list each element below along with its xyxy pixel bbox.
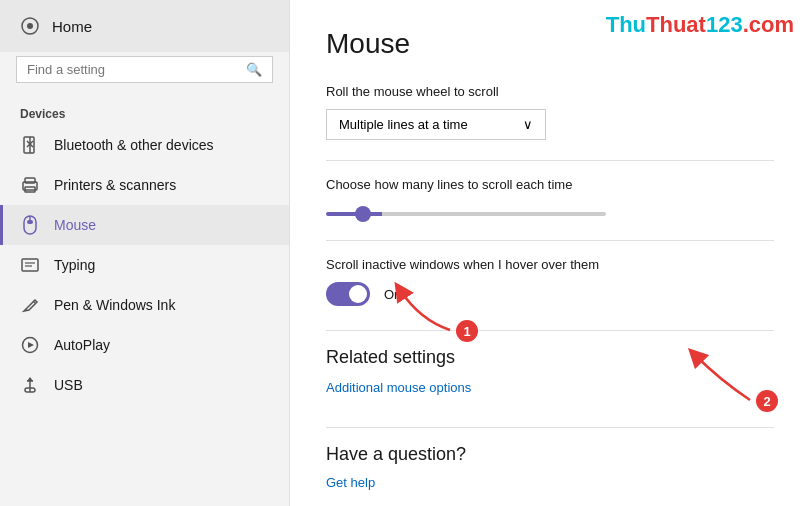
sidebar-item-label: Bluetooth & other devices <box>54 137 214 153</box>
inactive-windows-toggle[interactable] <box>326 282 370 306</box>
watermark-thuat: Thuat <box>646 12 706 37</box>
divider2 <box>326 240 774 241</box>
dropdown-value: Multiple lines at a time <box>339 117 468 132</box>
scroll-dropdown[interactable]: Multiple lines at a time ∨ <box>326 109 546 140</box>
sidebar-item-label: Mouse <box>54 217 96 233</box>
search-input[interactable] <box>27 62 238 77</box>
devices-section-label: Devices <box>0 99 289 125</box>
watermark-com: com <box>749 12 794 37</box>
autoplay-icon <box>20 335 40 355</box>
svg-rect-11 <box>27 220 33 224</box>
badge-1: 1 <box>456 320 478 342</box>
chevron-down-icon: ∨ <box>523 117 533 132</box>
pen-icon <box>20 295 40 315</box>
inactive-windows-label: Scroll inactive windows when I hover ove… <box>326 257 774 272</box>
home-icon <box>20 16 40 36</box>
badge-circle-2: 2 <box>756 390 778 412</box>
additional-mouse-options-link[interactable]: Additional mouse options <box>326 380 471 395</box>
sidebar-item-mouse[interactable]: Mouse <box>0 205 289 245</box>
lines-slider[interactable] <box>326 212 606 216</box>
sidebar-item-label: Printers & scanners <box>54 177 176 193</box>
toggle-state-label: On <box>384 287 401 302</box>
divider <box>326 160 774 161</box>
sidebar-item-typing[interactable]: Typing <box>0 245 289 285</box>
toggle-row: On <box>326 282 774 306</box>
bluetooth-icon <box>20 135 40 155</box>
printer-icon <box>20 175 40 195</box>
typing-icon <box>20 255 40 275</box>
search-icon: 🔍 <box>246 62 262 77</box>
sidebar-item-label: AutoPlay <box>54 337 110 353</box>
sidebar-item-label: Typing <box>54 257 95 273</box>
svg-marker-21 <box>27 377 33 381</box>
svg-rect-7 <box>25 178 35 183</box>
sidebar-item-label: USB <box>54 377 83 393</box>
svg-point-1 <box>27 23 33 29</box>
watermark: ThuThuat123.com <box>606 14 794 36</box>
svg-rect-12 <box>22 259 38 271</box>
sidebar-item-label: Pen & Windows Ink <box>54 297 175 313</box>
usb-icon <box>20 375 40 395</box>
watermark-thu: Thu <box>606 12 646 37</box>
sidebar-item-pen[interactable]: Pen & Windows Ink <box>0 285 289 325</box>
sidebar: Home 🔍 Devices Bluetooth & other devices <box>0 0 290 506</box>
badge-circle-1: 1 <box>456 320 478 342</box>
divider3 <box>326 330 774 331</box>
sidebar-item-autoplay[interactable]: AutoPlay <box>0 325 289 365</box>
related-settings-title: Related settings <box>326 347 774 368</box>
svg-marker-17 <box>28 342 34 348</box>
sidebar-item-printers[interactable]: Printers & scanners <box>0 165 289 205</box>
divider4 <box>326 427 774 428</box>
sidebar-item-bluetooth[interactable]: Bluetooth & other devices <box>0 125 289 165</box>
lines-slider-container <box>326 202 774 220</box>
sidebar-item-usb[interactable]: USB <box>0 365 289 405</box>
main-content: ThuThuat123.com Mouse Roll the mouse whe… <box>290 0 810 506</box>
watermark-num: 123 <box>706 12 743 37</box>
scroll-label: Roll the mouse wheel to scroll <box>326 84 774 99</box>
badge-2: 2 <box>756 390 778 412</box>
have-question-title: Have a question? <box>326 444 774 465</box>
home-label: Home <box>52 18 92 35</box>
mouse-icon <box>20 215 40 235</box>
sidebar-home-item[interactable]: Home <box>0 0 289 52</box>
search-box[interactable]: 🔍 <box>16 56 273 83</box>
get-help-link[interactable]: Get help <box>326 475 375 490</box>
lines-label: Choose how many lines to scroll each tim… <box>326 177 774 192</box>
